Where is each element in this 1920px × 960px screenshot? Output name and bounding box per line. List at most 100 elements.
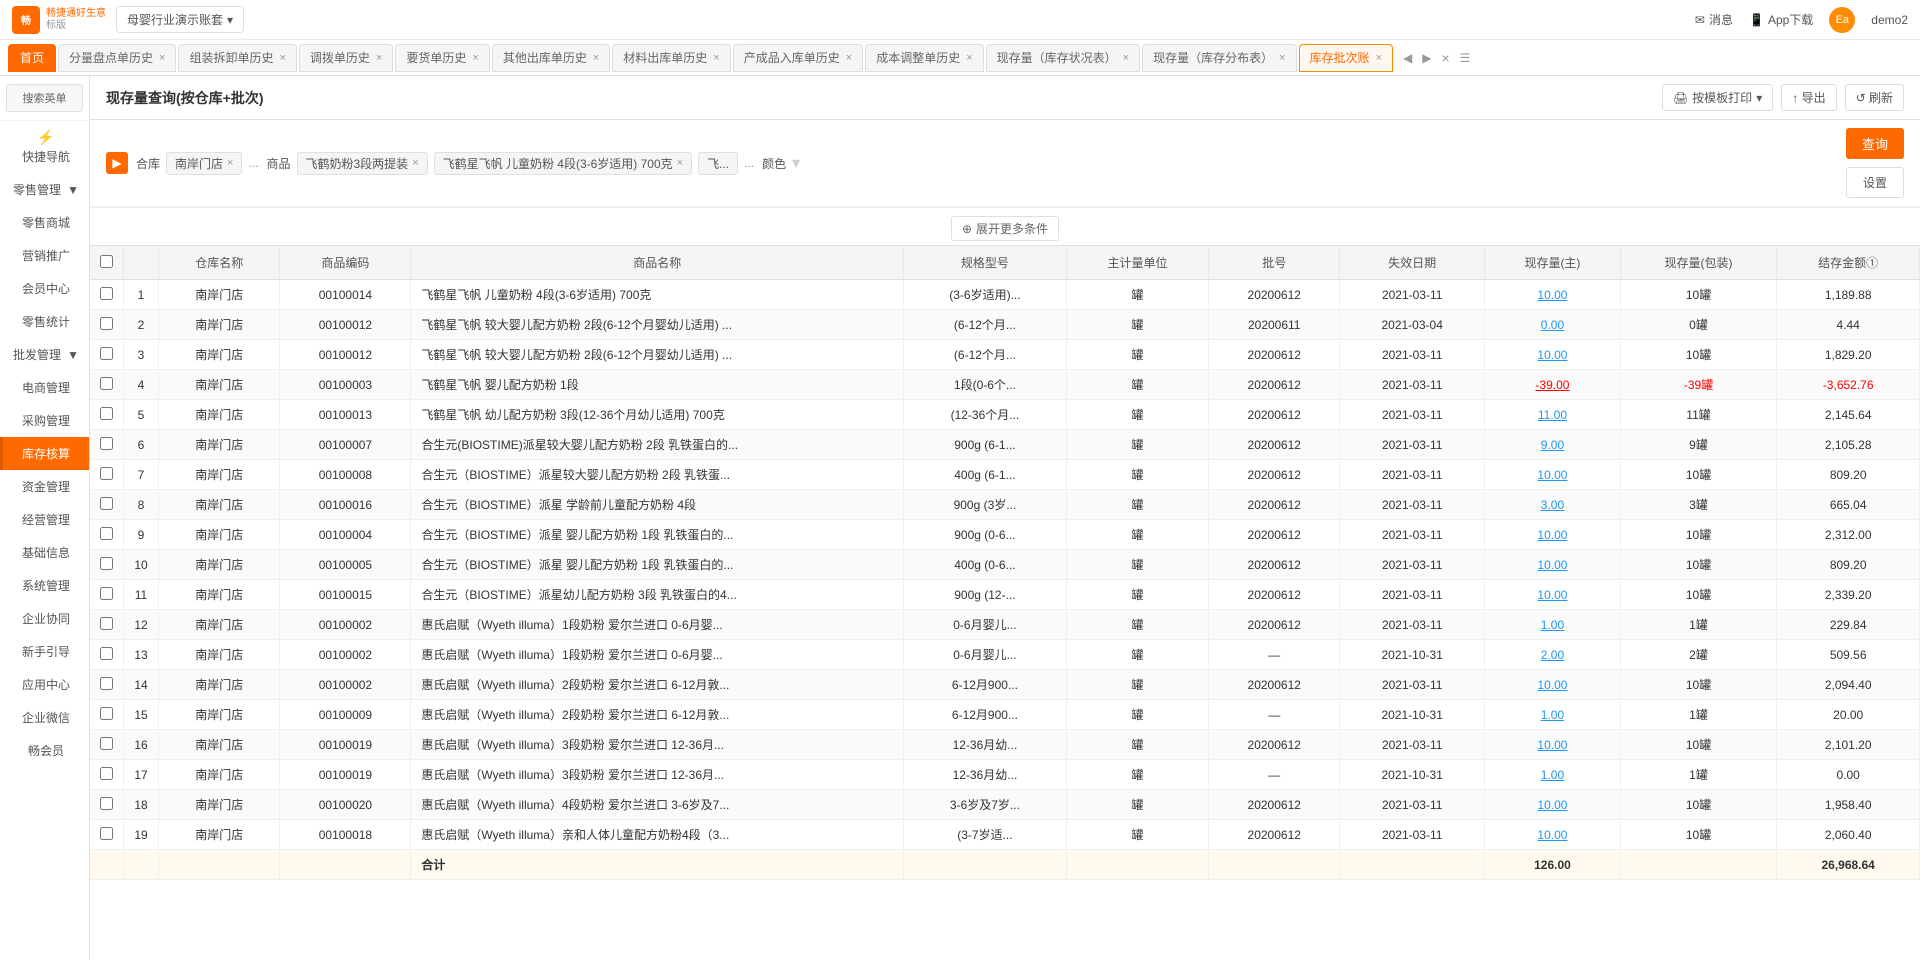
row-qty-main[interactable]: 10.00: [1485, 670, 1621, 700]
app-download-btn[interactable]: 📱 App下载: [1749, 11, 1813, 28]
message-btn[interactable]: ✉ 消息: [1695, 11, 1733, 28]
tab-mix[interactable]: 调拨单历史 ×: [299, 44, 393, 72]
sidebar-item-marketing[interactable]: 营销推广: [0, 239, 89, 272]
expand-arrow-btn[interactable]: ▶: [106, 152, 128, 174]
print-btn[interactable]: 🖨 按模板打印 ▾: [1662, 84, 1773, 111]
sidebar-item-member[interactable]: 会员中心: [0, 272, 89, 305]
row-qty-main[interactable]: 2.00: [1485, 640, 1621, 670]
sidebar-item-purchase[interactable]: 采购管理: [0, 404, 89, 437]
row-checkbox[interactable]: [90, 430, 124, 460]
row-checkbox[interactable]: [90, 580, 124, 610]
tab-batch-voucher-close[interactable]: ×: [1376, 52, 1382, 64]
row-checkbox[interactable]: [90, 280, 124, 310]
tab-home[interactable]: 首页: [8, 44, 56, 72]
product-tag-3[interactable]: 飞...: [698, 152, 738, 175]
tab-split-close[interactable]: ×: [159, 52, 165, 64]
industry-selector[interactable]: 母婴行业演示账套 ▾: [116, 6, 244, 33]
sidebar-item-retail-stat[interactable]: 零售统计: [0, 305, 89, 338]
row-checkbox[interactable]: [90, 790, 124, 820]
row-qty-main[interactable]: -39.00: [1485, 370, 1621, 400]
tab-requisition-close[interactable]: ×: [472, 52, 478, 64]
col-checkbox-header[interactable]: [90, 246, 124, 280]
row-qty-main[interactable]: 1.00: [1485, 760, 1621, 790]
sidebar-item-app-center[interactable]: 应用中心: [0, 668, 89, 701]
row-qty-main[interactable]: 10.00: [1485, 460, 1621, 490]
tab-other-out[interactable]: 其他出库单历史 ×: [492, 44, 610, 72]
tab-material-out-close[interactable]: ×: [713, 52, 719, 64]
tab-stock-dist-close[interactable]: ×: [1279, 52, 1285, 64]
tab-disassemble[interactable]: 组装拆卸单历史 ×: [178, 44, 296, 72]
sidebar-item-batch[interactable]: 批发管理 ▼: [0, 338, 89, 371]
row-qty-main[interactable]: 10.00: [1485, 550, 1621, 580]
row-checkbox[interactable]: [90, 820, 124, 850]
row-checkbox[interactable]: [90, 640, 124, 670]
row-qty-main[interactable]: 0.00: [1485, 310, 1621, 340]
row-checkbox[interactable]: [90, 310, 124, 340]
row-qty-main[interactable]: 10.00: [1485, 520, 1621, 550]
search-menu-btn[interactable]: 搜索英单: [6, 84, 83, 112]
tab-other-out-close[interactable]: ×: [593, 52, 599, 64]
row-checkbox[interactable]: [90, 700, 124, 730]
user-avatar[interactable]: Ea: [1829, 7, 1855, 33]
sidebar-item-operation[interactable]: 经营管理: [0, 503, 89, 536]
row-qty-main[interactable]: 11.00: [1485, 400, 1621, 430]
row-qty-main[interactable]: 10.00: [1485, 280, 1621, 310]
product-tag-2-close[interactable]: ×: [677, 157, 683, 169]
tab-stock-status-close[interactable]: ×: [1123, 52, 1129, 64]
warehouse-tag[interactable]: 南岸门店 ×: [166, 152, 242, 175]
row-checkbox[interactable]: [90, 400, 124, 430]
tab-material-out[interactable]: 材料出库单历史 ×: [612, 44, 730, 72]
product-tag-2[interactable]: 飞鹤星飞帆 儿童奶粉 4段(3-6岁适用) 700克 ×: [434, 152, 692, 175]
row-checkbox[interactable]: [90, 340, 124, 370]
row-qty-main[interactable]: 1.00: [1485, 610, 1621, 640]
row-qty-main[interactable]: 10.00: [1485, 790, 1621, 820]
row-qty-main[interactable]: 10.00: [1485, 340, 1621, 370]
row-qty-main[interactable]: 3.00: [1485, 490, 1621, 520]
row-qty-main[interactable]: 10.00: [1485, 820, 1621, 850]
product-tag-1[interactable]: 飞鹤奶粉3段两提装 ×: [297, 152, 428, 175]
sidebar-item-basic[interactable]: 基础信息: [0, 536, 89, 569]
row-checkbox[interactable]: [90, 610, 124, 640]
sidebar-item-ecommerce[interactable]: 电商管理: [0, 371, 89, 404]
row-checkbox[interactable]: [90, 370, 124, 400]
query-btn[interactable]: 查询: [1846, 128, 1904, 159]
sidebar-item-inventory[interactable]: 库存核算: [0, 437, 89, 470]
sidebar-item-finance[interactable]: 资金管理: [0, 470, 89, 503]
sidebar-item-retail[interactable]: 零售管理 ▼: [0, 173, 89, 206]
sidebar-item-enterprise-wechat[interactable]: 企业微信: [0, 701, 89, 734]
tab-requisition[interactable]: 要货单历史 ×: [395, 44, 489, 72]
color-dropdown-icon[interactable]: ▾: [792, 153, 800, 173]
sidebar-item-new-guide[interactable]: 新手引导: [0, 635, 89, 668]
sidebar-item-enterprise[interactable]: 企业协同: [0, 602, 89, 635]
tab-prev-arrow[interactable]: ◀: [1399, 49, 1416, 67]
tab-batch-voucher[interactable]: 库存批次账 ×: [1299, 44, 1393, 72]
tab-stock-status[interactable]: 现存量（库存状况表） ×: [986, 44, 1140, 72]
tab-close-all[interactable]: ×: [1437, 48, 1453, 68]
row-checkbox[interactable]: [90, 730, 124, 760]
expand-more-btn[interactable]: ⊕ 展开更多条件: [951, 216, 1059, 241]
product-more-icon[interactable]: ...: [744, 156, 754, 170]
tab-next-arrow[interactable]: ▶: [1418, 49, 1435, 67]
setting-btn[interactable]: 设置: [1846, 167, 1904, 198]
tab-cost-adjust[interactable]: 成本调整单历史 ×: [865, 44, 983, 72]
sidebar-item-system[interactable]: 系统管理: [0, 569, 89, 602]
sidebar-item-retail-shop[interactable]: 零售商城: [0, 206, 89, 239]
tab-split[interactable]: 分量盘点单历史 ×: [58, 44, 176, 72]
product-tag-1-close[interactable]: ×: [412, 157, 418, 169]
row-qty-main[interactable]: 10.00: [1485, 580, 1621, 610]
tab-menu-icon[interactable]: ☰: [1456, 49, 1475, 67]
tab-disassemble-close[interactable]: ×: [279, 52, 285, 64]
tab-cost-adjust-close[interactable]: ×: [966, 52, 972, 64]
tab-mix-close[interactable]: ×: [376, 52, 382, 64]
row-checkbox[interactable]: [90, 520, 124, 550]
row-checkbox[interactable]: [90, 550, 124, 580]
select-all-checkbox[interactable]: [100, 255, 113, 268]
sidebar-item-quick-nav[interactable]: ⚡ 快捷导航: [0, 121, 89, 173]
row-qty-main[interactable]: 9.00: [1485, 430, 1621, 460]
export-btn[interactable]: ↑ 导出: [1781, 84, 1836, 111]
tab-product-in-close[interactable]: ×: [846, 52, 852, 64]
row-checkbox[interactable]: [90, 760, 124, 790]
sidebar-item-member-card[interactable]: 畅会员: [0, 734, 89, 767]
warehouse-more-icon[interactable]: ...: [248, 156, 258, 170]
row-checkbox[interactable]: [90, 460, 124, 490]
